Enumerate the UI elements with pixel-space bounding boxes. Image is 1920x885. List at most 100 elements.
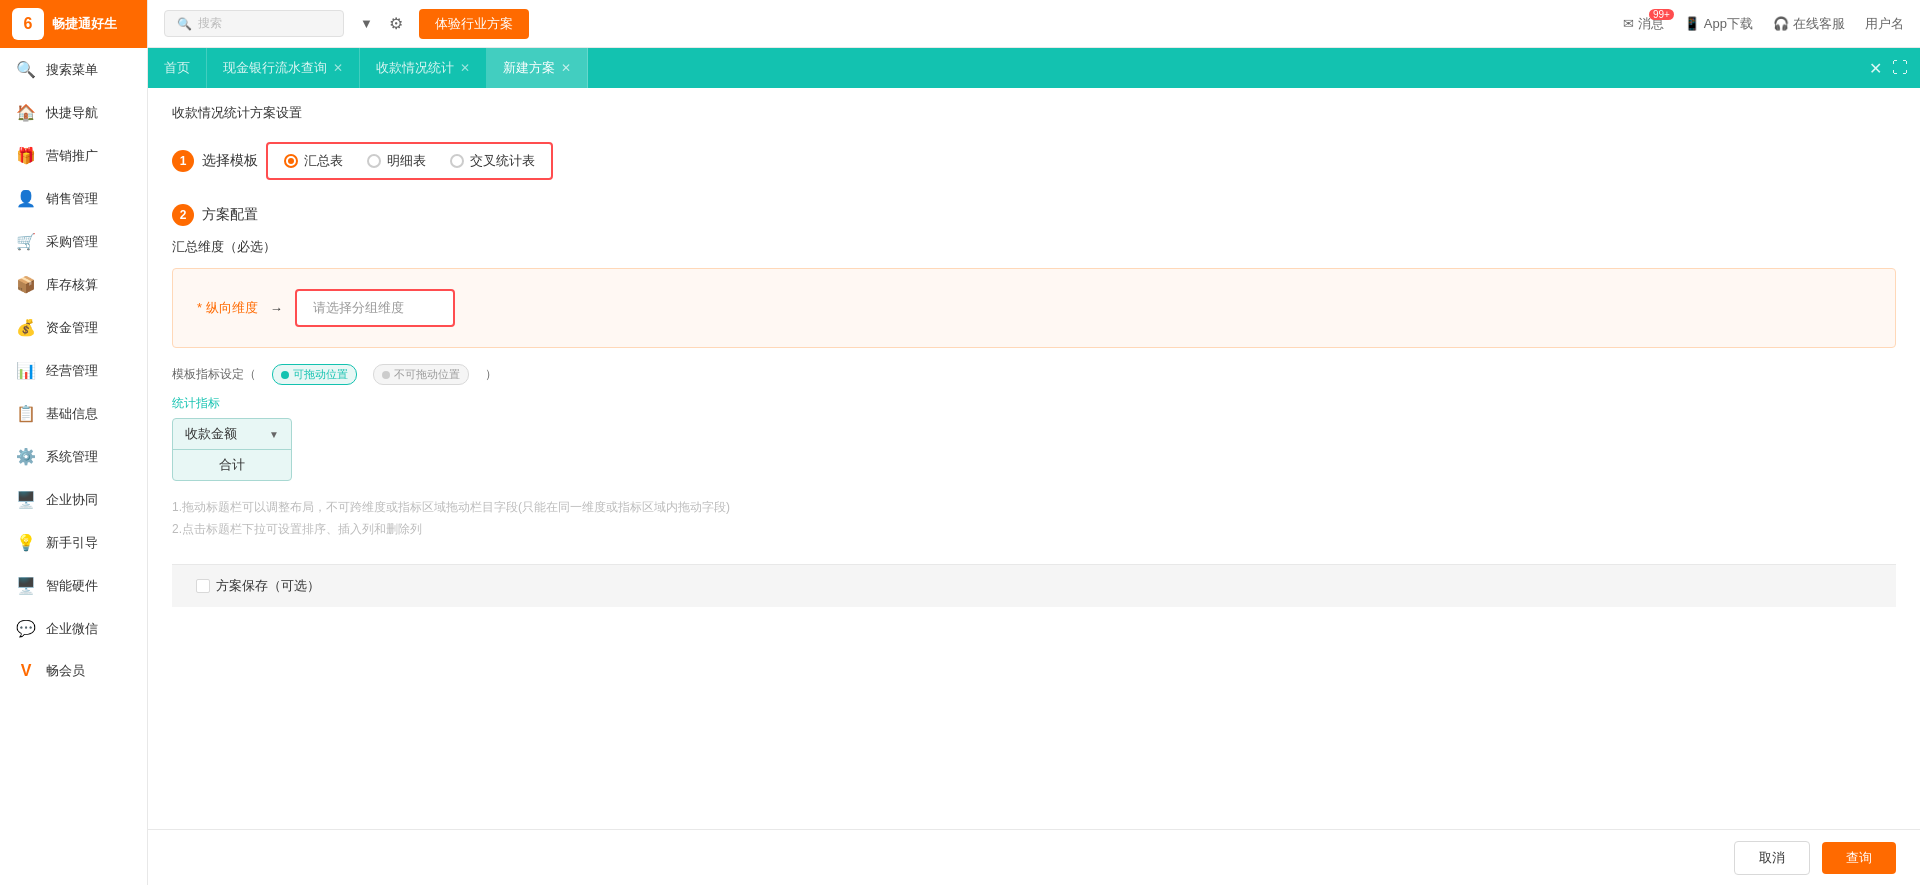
- tips-section: 1.拖动标题栏可以调整布局，不可跨维度或指标区域拖动栏目字段(只能在同一维度或指…: [172, 497, 1896, 540]
- save-checkbox[interactable]: [196, 579, 210, 593]
- settings-icon[interactable]: ⚙: [389, 14, 403, 33]
- inventory-icon: 📦: [16, 275, 36, 294]
- metrics-header-label: 模板指标设定（: [172, 366, 256, 383]
- tab-cashflow-close-icon[interactable]: ✕: [333, 61, 343, 75]
- query-button[interactable]: 查询: [1822, 842, 1896, 874]
- metrics-cell: 收款金额 ▼ 合计: [172, 418, 292, 481]
- topbar-right: ✉ 消息 99+ 📱 App下载 🎧 在线客服 用户名: [1623, 15, 1904, 33]
- draggable-label: 可拖动位置: [293, 367, 348, 382]
- tab-collection-stats-label: 收款情况统计: [376, 59, 454, 77]
- bottom-bar: 取消 查询: [148, 829, 1920, 885]
- download-icon: 📱: [1684, 16, 1700, 31]
- page-footer: 方案保存（可选）: [172, 564, 1896, 607]
- dimension-arrow-icon: →: [270, 301, 283, 316]
- save-label: 方案保存（可选）: [216, 577, 320, 595]
- radio-summary[interactable]: 汇总表: [284, 152, 343, 170]
- tab-collection-stats-close-icon[interactable]: ✕: [460, 61, 470, 75]
- tab-new-plan-close-icon[interactable]: ✕: [561, 61, 571, 75]
- sidebar-item-search-menu[interactable]: 🔍 搜索菜单: [0, 48, 147, 91]
- sidebar-item-label: 营销推广: [46, 147, 98, 165]
- metrics-cell-body: 合计: [173, 450, 291, 480]
- metrics-header-close: ）: [485, 366, 497, 383]
- vertical-dim-row: * 纵向维度 → 请选择分组维度: [197, 289, 455, 327]
- save-checkbox-label[interactable]: 方案保存（可选）: [196, 577, 320, 595]
- app-download-button[interactable]: 📱 App下载: [1684, 15, 1753, 33]
- service-label: 在线客服: [1793, 15, 1845, 33]
- sidebar-item-label: 系统管理: [46, 448, 98, 466]
- online-service-button[interactable]: 🎧 在线客服: [1773, 15, 1845, 33]
- sidebar-logo: 6 畅捷通好生: [0, 0, 147, 48]
- tabs-actions: ✕ ⛶: [1857, 48, 1920, 88]
- radio-cross-dot: [450, 154, 464, 168]
- sidebar-item-enterprise-collab[interactable]: 🖥️ 企业协同: [0, 478, 147, 521]
- dim-select[interactable]: 请选择分组维度: [295, 289, 455, 327]
- purchase-icon: 🛒: [16, 232, 36, 251]
- basic-info-icon: 📋: [16, 404, 36, 423]
- topbar-dropdown[interactable]: ▼: [360, 16, 373, 31]
- sidebar-nav: 🔍 搜索菜单 🏠 快捷导航 🎁 营销推广 👤 销售管理 🛒 采购管理 📦 库存核…: [0, 48, 147, 885]
- sidebar-item-operations[interactable]: 📊 经营管理: [0, 349, 147, 392]
- sidebar-item-marketing[interactable]: 🎁 营销推广: [0, 134, 147, 177]
- sales-icon: 👤: [16, 189, 36, 208]
- sidebar-item-label: 采购管理: [46, 233, 98, 251]
- marketing-icon: 🎁: [16, 146, 36, 165]
- step1-section: 1 选择模板 汇总表 明细表 交叉统计表: [172, 142, 1896, 180]
- step1-header: 1 选择模板 汇总表 明细表 交叉统计表: [172, 142, 1896, 180]
- tab-expand-icon[interactable]: ⛶: [1892, 59, 1908, 77]
- radio-cross-label: 交叉统计表: [470, 152, 535, 170]
- radio-cross[interactable]: 交叉统计表: [450, 152, 535, 170]
- sidebar-item-label: 经营管理: [46, 362, 98, 380]
- sidebar-item-smart-hardware[interactable]: 🖥️ 智能硬件: [0, 564, 147, 607]
- tab-new-plan-label: 新建方案: [503, 59, 555, 77]
- sidebar-item-system[interactable]: ⚙️ 系统管理: [0, 435, 147, 478]
- sidebar-item-basic-info[interactable]: 📋 基础信息: [0, 392, 147, 435]
- tip1: 1.拖动标题栏可以调整布局，不可跨维度或指标区域拖动栏目字段(只能在同一维度或指…: [172, 497, 1896, 519]
- system-icon: ⚙️: [16, 447, 36, 466]
- sidebar-item-label: 畅会员: [46, 662, 85, 680]
- message-button[interactable]: ✉ 消息 99+: [1623, 15, 1664, 33]
- metrics-section: 统计指标 收款金额 ▼ 合计: [172, 395, 1896, 481]
- message-icon: ✉: [1623, 16, 1634, 31]
- member-icon: V: [16, 662, 36, 680]
- draggable-dot: [281, 371, 289, 379]
- sidebar-item-label: 快捷导航: [46, 104, 98, 122]
- sidebar-item-inventory[interactable]: 📦 库存核算: [0, 263, 147, 306]
- radio-detail-label: 明细表: [387, 152, 426, 170]
- dimension-area: * 纵向维度 → 请选择分组维度: [172, 268, 1896, 348]
- tab-new-plan[interactable]: 新建方案 ✕: [487, 48, 588, 88]
- quick-nav-icon: 🏠: [16, 103, 36, 122]
- sidebar-item-enterprise-wechat[interactable]: 💬 企业微信: [0, 607, 147, 650]
- metrics-dropdown-icon[interactable]: ▼: [269, 429, 279, 440]
- dropdown-arrow-icon: ▼: [360, 16, 373, 31]
- sidebar-item-quick-nav[interactable]: 🏠 快捷导航: [0, 91, 147, 134]
- sidebar-item-sales[interactable]: 👤 销售管理: [0, 177, 147, 220]
- radio-detail[interactable]: 明细表: [367, 152, 426, 170]
- tab-cashflow[interactable]: 现金银行流水查询 ✕: [207, 48, 360, 88]
- tab-collection-stats[interactable]: 收款情况统计 ✕: [360, 48, 487, 88]
- tab-home-label: 首页: [164, 59, 190, 77]
- sidebar-item-member[interactable]: V 畅会员: [0, 650, 147, 692]
- new-guide-icon: 💡: [16, 533, 36, 552]
- tab-close-all-icon[interactable]: ✕: [1869, 59, 1882, 78]
- smart-hardware-icon: 🖥️: [16, 576, 36, 595]
- search-menu-icon: 🔍: [16, 60, 36, 79]
- step1-num: 1: [172, 150, 194, 172]
- user-menu[interactable]: 用户名: [1865, 15, 1904, 33]
- step1-title: 选择模板: [202, 152, 258, 170]
- sidebar-item-new-guide[interactable]: 💡 新手引导: [0, 521, 147, 564]
- trial-button[interactable]: 体验行业方案: [419, 9, 529, 39]
- user-label: 用户名: [1865, 15, 1904, 33]
- message-badge: 99+: [1649, 9, 1674, 20]
- cancel-button[interactable]: 取消: [1734, 841, 1810, 875]
- non-draggable-label: 不可拖动位置: [394, 367, 460, 382]
- sidebar-item-funds[interactable]: 💰 资金管理: [0, 306, 147, 349]
- metrics-cell-header[interactable]: 收款金额 ▼: [173, 419, 291, 450]
- metrics-col-header: 收款金额: [185, 425, 237, 443]
- search-box[interactable]: 🔍 搜索: [164, 10, 344, 37]
- tab-cashflow-label: 现金银行流水查询: [223, 59, 327, 77]
- step2-title: 方案配置: [202, 206, 258, 224]
- tab-home[interactable]: 首页: [148, 48, 207, 88]
- sidebar-item-purchase[interactable]: 🛒 采购管理: [0, 220, 147, 263]
- enterprise-collab-icon: 🖥️: [16, 490, 36, 509]
- sidebar-item-label: 销售管理: [46, 190, 98, 208]
